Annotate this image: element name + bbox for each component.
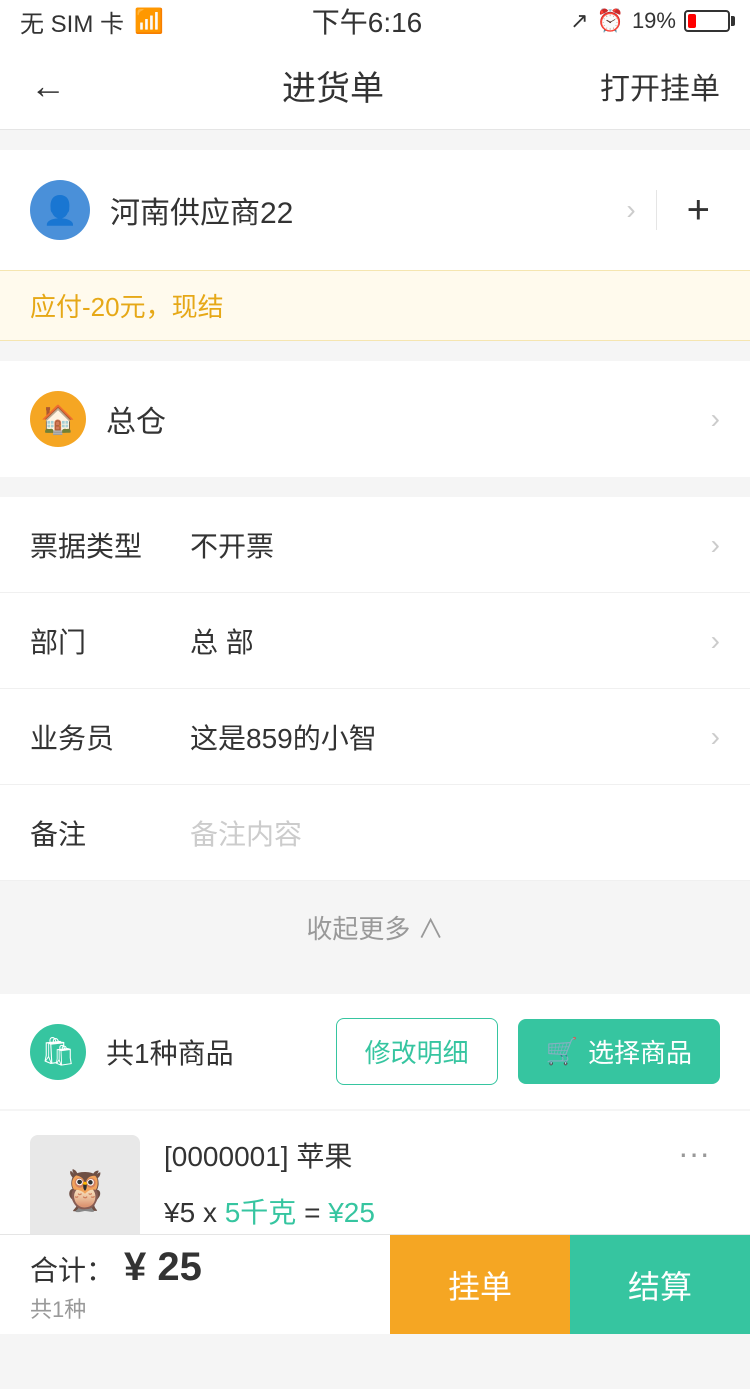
- dept-chevron-icon: ›: [711, 625, 720, 657]
- notice-bar: 应付-20元，现结: [0, 270, 750, 341]
- status-right: ↗ ⏰ 19%: [570, 8, 730, 34]
- invoice-label: 票据类型: [30, 525, 190, 565]
- warehouse-row[interactable]: 🏠 总仓 ›: [0, 361, 750, 477]
- bag-icon: 🛍: [40, 1035, 76, 1068]
- battery-icon: [684, 10, 730, 32]
- house-icon: 🏠: [41, 403, 76, 436]
- wifi-icon: 📶: [134, 7, 164, 36]
- warehouse-icon: 🏠: [30, 391, 86, 447]
- product-owl-icon: 🦉: [60, 1167, 110, 1214]
- page-title: 进货单: [282, 61, 384, 110]
- section-gap-3: [0, 477, 750, 497]
- location-icon: ↗: [570, 8, 588, 34]
- product-header: 🛍 共1种商品 修改明细 🛒 选择商品: [0, 994, 750, 1109]
- supplier-divider: [656, 190, 657, 230]
- collapse-label: 收起更多 ∧: [306, 914, 443, 944]
- product-icon: 🛍: [30, 1024, 86, 1080]
- supplier-name: 河南供应商22: [110, 188, 626, 232]
- invoice-row[interactable]: 票据类型 不开票 ›: [0, 497, 750, 593]
- bottom-bar: 合计： ¥ 25 共1种 挂单 结算: [0, 1234, 750, 1334]
- product-thumbnail: 🦉: [30, 1135, 140, 1245]
- warehouse-card: 🏠 总仓 ›: [0, 361, 750, 477]
- warehouse-name: 总仓: [106, 397, 711, 441]
- status-bar: 无 SIM 卡 📶 下午6:16 ↗ ⏰ 19%: [0, 0, 750, 42]
- product-count: 共1种商品: [106, 1032, 316, 1072]
- sales-label: 业务员: [30, 717, 190, 757]
- warehouse-chevron-icon: ›: [711, 403, 720, 435]
- quantity: 5千克: [225, 1197, 297, 1228]
- form-card: 票据类型 不开票 › 部门 总 部 › 业务员 这是859的小智 › 备注 备注…: [0, 497, 750, 881]
- sales-row[interactable]: 业务员 这是859的小智 ›: [0, 689, 750, 785]
- product-more-button[interactable]: ···: [668, 1135, 720, 1172]
- supplier-card: 👤 河南供应商22 › + 应付-20元，现结: [0, 150, 750, 341]
- supplier-row[interactable]: 👤 河南供应商22 › +: [0, 150, 750, 270]
- sales-chevron-icon: ›: [711, 721, 720, 753]
- add-button[interactable]: +: [677, 188, 720, 233]
- remark-label: 备注: [30, 813, 190, 853]
- nav-bar: ← 进货单 打开挂单: [0, 42, 750, 130]
- dept-label: 部门: [30, 621, 190, 661]
- product-price: ¥5 x 5千克 = ¥25: [164, 1191, 644, 1231]
- time-label: 下午6:16: [312, 1, 423, 41]
- total-section: 合计： ¥ 25 共1种: [0, 1235, 390, 1334]
- section-gap-2: [0, 341, 750, 361]
- total-main: 合计： ¥ 25: [30, 1245, 360, 1290]
- product-info: [0000001] 苹果 ¥5 x 5千克 = ¥25: [164, 1135, 644, 1231]
- checkout-button[interactable]: 结算: [570, 1235, 750, 1334]
- select-product-button[interactable]: 🛒 选择商品: [518, 1019, 720, 1084]
- hang-button[interactable]: 挂单: [390, 1235, 570, 1334]
- section-gap-1: [0, 130, 750, 150]
- notice-text: 应付-20元，现结: [30, 292, 224, 322]
- product-id-name: [0000001] 苹果: [164, 1141, 352, 1172]
- unit-price: ¥5: [164, 1197, 195, 1228]
- avatar: 👤: [30, 180, 90, 240]
- status-left: 无 SIM 卡 📶: [20, 4, 164, 39]
- chevron-right-icon: ›: [626, 194, 635, 226]
- cart-icon: 🛒: [546, 1036, 578, 1067]
- dept-value: 总 部: [190, 621, 711, 661]
- product-name: [0000001] 苹果: [164, 1135, 644, 1175]
- invoice-chevron-icon: ›: [711, 529, 720, 561]
- battery-label: 19%: [632, 8, 676, 34]
- dept-row[interactable]: 部门 总 部 ›: [0, 593, 750, 689]
- alarm-icon: ⏰: [597, 8, 624, 34]
- equals-sign: =: [304, 1197, 328, 1228]
- section-gap-4: [0, 974, 750, 994]
- battery-fill: [688, 14, 696, 28]
- multiply-sign: x: [203, 1197, 225, 1228]
- total-amount: ¥ 25: [124, 1245, 202, 1290]
- avatar-icon: 👤: [43, 194, 78, 227]
- collapse-row[interactable]: 收起更多 ∧: [0, 881, 750, 974]
- total-price: ¥25: [328, 1197, 375, 1228]
- remark-row[interactable]: 备注 备注内容: [0, 785, 750, 881]
- invoice-value: 不开票: [190, 525, 711, 565]
- remark-input[interactable]: 备注内容: [190, 813, 720, 853]
- carrier-label: 无 SIM 卡: [20, 4, 124, 39]
- open-hang-button[interactable]: 打开挂单: [600, 64, 720, 108]
- total-sub: 共1种: [30, 1292, 360, 1324]
- select-product-label: 选择商品: [588, 1033, 692, 1070]
- back-button[interactable]: ←: [30, 65, 66, 107]
- edit-detail-button[interactable]: 修改明细: [336, 1018, 498, 1085]
- sales-value: 这是859的小智: [190, 717, 711, 757]
- total-label: 合计：: [30, 1249, 114, 1289]
